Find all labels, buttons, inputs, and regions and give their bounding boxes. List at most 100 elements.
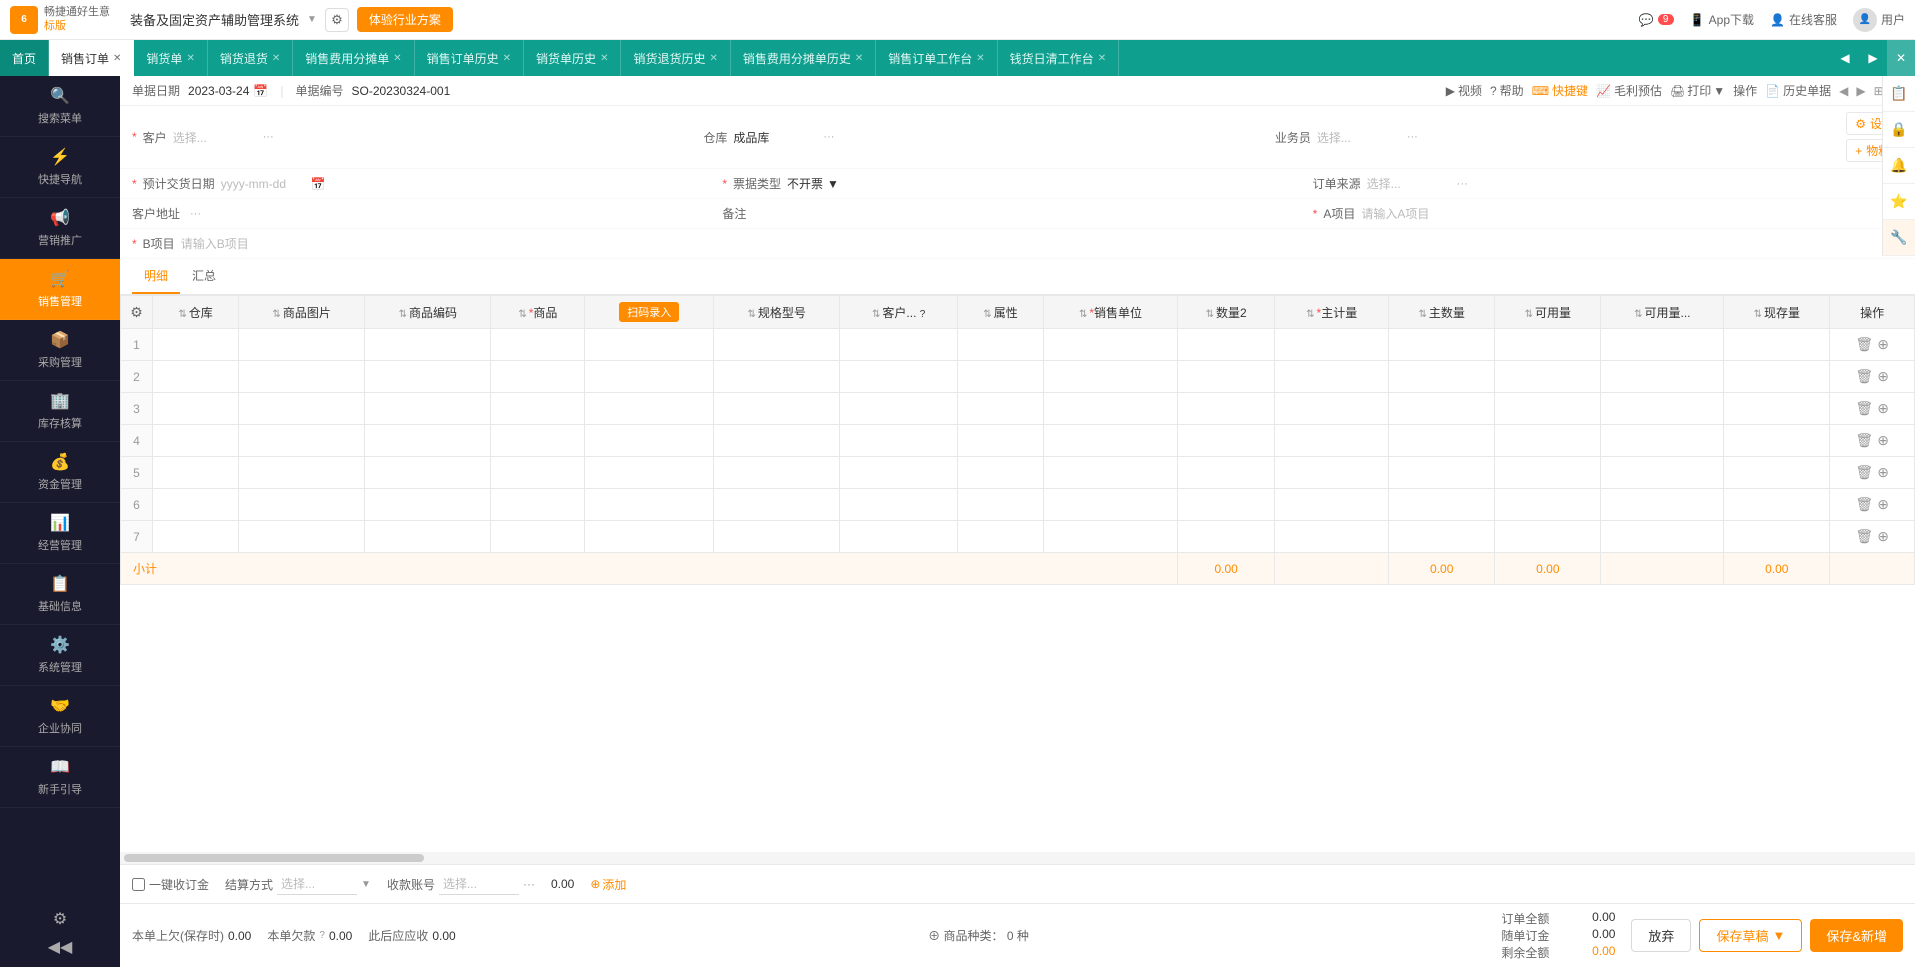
row-4-warehouse[interactable] [153, 425, 239, 457]
row-4-munit[interactable] [1275, 425, 1389, 457]
sidebar-item-basic[interactable]: 📋 基础信息 [0, 564, 120, 625]
row-4-avail[interactable] [1495, 425, 1601, 457]
row-3-warehouse[interactable] [153, 393, 239, 425]
row-2-image[interactable] [239, 361, 365, 393]
row-4-product[interactable] [491, 425, 585, 457]
row-2-product[interactable] [491, 361, 585, 393]
row-6-scan[interactable] [585, 489, 714, 521]
row-1-stock[interactable] [1724, 329, 1830, 361]
order-source-input[interactable]: 选择... [1367, 175, 1447, 192]
row-4-qty2[interactable] [1178, 425, 1275, 457]
row-1-scan[interactable] [585, 329, 714, 361]
row-4-stock[interactable] [1724, 425, 1830, 457]
customer-dots[interactable]: ··· [263, 131, 274, 143]
row-5-product[interactable] [491, 457, 585, 489]
view-btn[interactable]: ▶ 视频 [1446, 82, 1482, 99]
nav-close-all-btn[interactable]: ✕ [1887, 40, 1915, 76]
row-5-unit[interactable] [1044, 457, 1178, 489]
row-3-image[interactable] [239, 393, 365, 425]
aproject-input[interactable]: 请输入A项目 [1361, 205, 1441, 222]
row-6-stock[interactable] [1724, 489, 1830, 521]
row-4-ccode[interactable] [840, 425, 958, 457]
nav-tab-return-history[interactable]: 销货退货历史 ✕ [621, 40, 730, 76]
row-3-stock[interactable] [1724, 393, 1830, 425]
row-1-mqty[interactable] [1389, 329, 1495, 361]
payment-method-input[interactable]: 选择... [277, 873, 357, 895]
nav-tab-order-history[interactable]: 销售订单历史 ✕ [415, 40, 524, 76]
salesperson-input[interactable]: 选择... [1317, 129, 1397, 146]
nav-tab-daily-workbench[interactable]: 钱货日清工作台 ✕ [998, 40, 1119, 76]
sidebar-item-search[interactable]: 🔍 搜索菜单 [0, 76, 120, 137]
customer-input[interactable]: 选择... [173, 129, 253, 146]
row-1-attr[interactable] [957, 329, 1043, 361]
bank-account-input[interactable]: 选择... [439, 873, 519, 895]
row-2-attr[interactable] [957, 361, 1043, 393]
row-4-delete-icon[interactable]: 🗑 [1855, 432, 1873, 449]
row-6-attr[interactable] [957, 489, 1043, 521]
sidebar-item-purchase[interactable]: 📦 采购管理 [0, 320, 120, 381]
address-dots[interactable]: ··· [190, 208, 201, 220]
nav-tab-sales-slip[interactable]: 销货单 ✕ [134, 40, 207, 76]
right-panel-btn-orange[interactable]: 🔧 [1883, 220, 1915, 256]
bproject-input[interactable]: 请输入B项目 [181, 235, 261, 252]
calendar-icon[interactable]: 📅 [253, 84, 268, 98]
expense-close[interactable]: ✕ [393, 53, 401, 64]
row-3-unit[interactable] [1044, 393, 1178, 425]
operate-btn[interactable]: 操作 [1733, 82, 1757, 99]
row-3-code[interactable] [365, 393, 491, 425]
nav-tab-slip-history[interactable]: 销货单历史 ✕ [524, 40, 621, 76]
row-7-unit[interactable] [1044, 521, 1178, 553]
order-history-close[interactable]: ✕ [503, 53, 511, 64]
warehouse-dots[interactable]: ··· [823, 131, 834, 143]
row-6-spec[interactable] [714, 489, 840, 521]
nav-tab-expense[interactable]: 销售费用分摊单 ✕ [293, 40, 414, 76]
row-2-unit[interactable] [1044, 361, 1178, 393]
discard-btn[interactable]: 放弃 [1631, 919, 1691, 952]
tab-detail[interactable]: 明细 [132, 259, 180, 294]
row-6-delete-icon[interactable]: 🗑 [1855, 496, 1873, 513]
nav-tab-return[interactable]: 销货退货 ✕ [208, 40, 293, 76]
nav-tab-expense-history[interactable]: 销售费用分摊单历史 ✕ [731, 40, 876, 76]
row-1-qty2[interactable] [1178, 329, 1275, 361]
auto-receive-input[interactable] [132, 878, 145, 891]
row-6-munit[interactable] [1275, 489, 1389, 521]
row-3-avail2[interactable] [1601, 393, 1724, 425]
nav-next-btn[interactable]: ▶ [1859, 40, 1887, 76]
save-new-btn[interactable]: 保存&新增 [1810, 919, 1903, 952]
row-7-qty2[interactable] [1178, 521, 1275, 553]
row-5-spec[interactable] [714, 457, 840, 489]
row-4-copy-icon[interactable]: ⊕ [1877, 432, 1889, 449]
row-7-mqty[interactable] [1389, 521, 1495, 553]
row-5-ccode[interactable] [840, 457, 958, 489]
right-panel-btn-bell[interactable]: 🔔 [1883, 148, 1915, 184]
row-3-copy-icon[interactable]: ⊕ [1877, 400, 1889, 417]
workbench-close[interactable]: ✕ [976, 53, 984, 64]
sidebar-item-shortcut[interactable]: ⚡ 快捷导航 [0, 137, 120, 198]
row-7-spec[interactable] [714, 521, 840, 553]
sidebar-item-marketing[interactable]: 📢 营销推广 [0, 198, 120, 259]
row-5-warehouse[interactable] [153, 457, 239, 489]
row-7-scan[interactable] [585, 521, 714, 553]
row-4-image[interactable] [239, 425, 365, 457]
row-4-avail2[interactable] [1601, 425, 1724, 457]
row-7-munit[interactable] [1275, 521, 1389, 553]
th-scan[interactable]: 扫码录入 [585, 296, 714, 329]
slip-history-close[interactable]: ✕ [600, 53, 608, 64]
row-2-avail2[interactable] [1601, 361, 1724, 393]
expense-history-close[interactable]: ✕ [855, 53, 863, 64]
nav-prev-btn[interactable]: ◀ [1831, 40, 1859, 76]
row-7-warehouse[interactable] [153, 521, 239, 553]
row-6-warehouse[interactable] [153, 489, 239, 521]
system-gear-btn[interactable]: ⚙ [325, 8, 349, 32]
delivery-input[interactable]: yyyy-mm-dd [221, 177, 301, 191]
save-draft-arrow[interactable]: ▼ [1772, 928, 1785, 943]
row-2-mqty[interactable] [1389, 361, 1495, 393]
horizontal-scrollbar[interactable] [124, 854, 424, 862]
return-history-close[interactable]: ✕ [709, 53, 717, 64]
row-5-attr[interactable] [957, 457, 1043, 489]
row-3-munit[interactable] [1275, 393, 1389, 425]
sidebar-collapse-icon[interactable]: ◀◀ [48, 937, 73, 957]
sidebar-gear-icon[interactable]: ⚙ [53, 909, 67, 929]
row-5-image[interactable] [239, 457, 365, 489]
row-1-delete-icon[interactable]: 🗑 [1855, 336, 1873, 353]
